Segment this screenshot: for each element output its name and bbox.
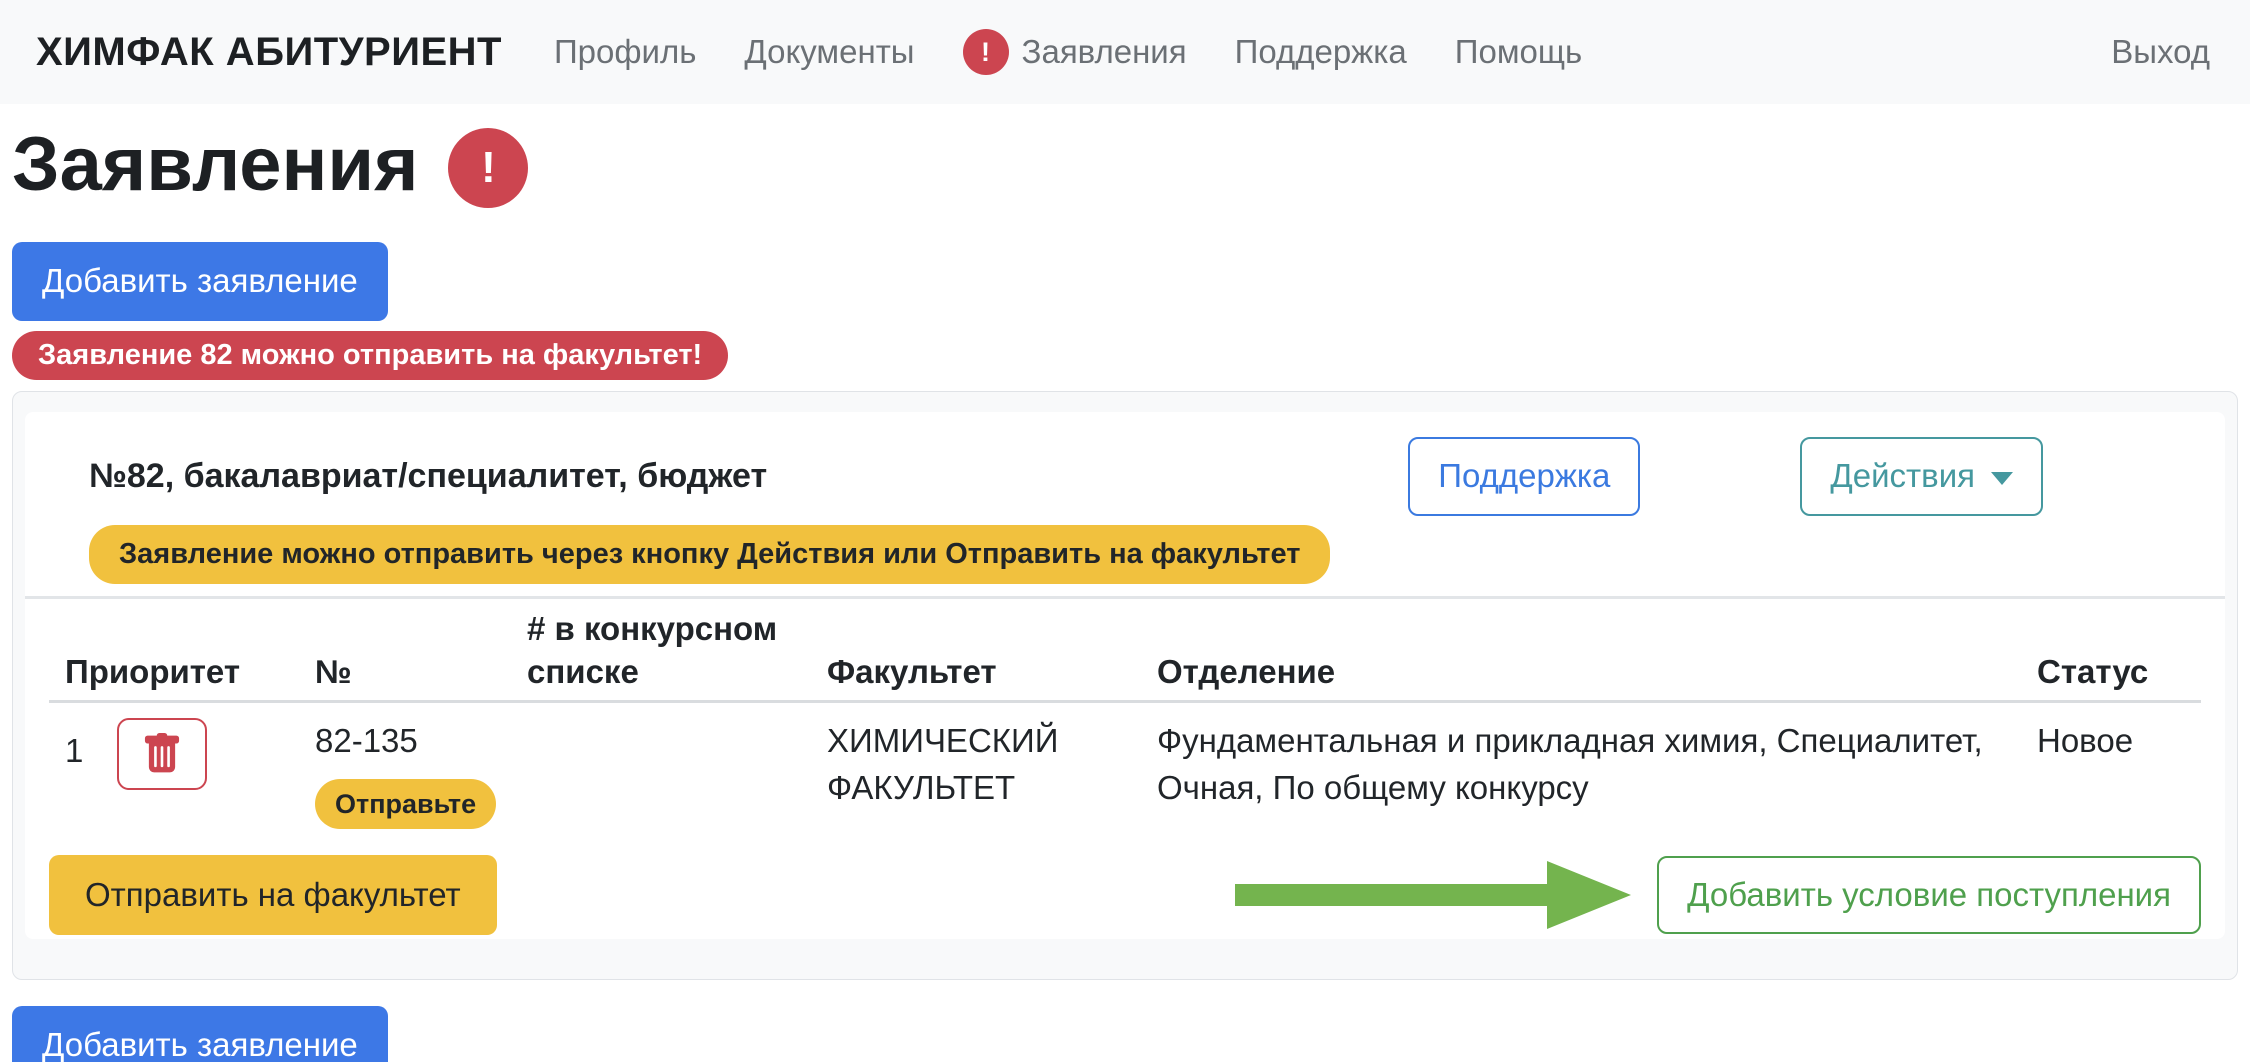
- actions-dropdown-label: Действия: [1830, 457, 1975, 495]
- add-application-button-top[interactable]: Добавить заявление: [12, 242, 388, 321]
- application-card: №82, бакалавриат/специалитет, бюджет Под…: [12, 390, 2238, 981]
- alert-pill-row: Заявление 82 можно отправить на факульте…: [12, 321, 2238, 380]
- header-number: №: [299, 598, 511, 703]
- support-button[interactable]: Поддержка: [1408, 437, 1641, 516]
- nav-item-profile[interactable]: Профиль: [554, 33, 696, 71]
- table-row: 1 82-135 Отправьте ХИМИЧЕСКИЙ ФАКУЛЬТЕТ …: [49, 701, 2201, 839]
- navbar: ХИМФАК АБИТУРИЕНТ Профиль Документы ! За…: [0, 0, 2250, 104]
- page-alert-icon: !: [448, 128, 529, 208]
- alert-icon: !: [962, 29, 1009, 75]
- page-alert-icon-glyph: !: [481, 143, 496, 192]
- page-title: Заявления: [12, 122, 419, 208]
- application-panel: №82, бакалавриат/специалитет, бюджет Под…: [25, 411, 2225, 940]
- page-content: Заявления ! Добавить заявление Заявление…: [0, 122, 2250, 1062]
- notice-row: Заявление можно отправить через кнопку Д…: [25, 524, 2225, 584]
- card-header: №82, бакалавриат/специалитет, бюджет Под…: [25, 437, 2225, 517]
- table-header-row: Приоритет № # в конкурсном списке Факуль…: [49, 598, 2201, 703]
- actions-dropdown-button[interactable]: Действия: [1800, 437, 2043, 516]
- nav-item-help-label: Помощь: [1454, 33, 1583, 70]
- nav-item-support[interactable]: Поддержка: [1235, 33, 1407, 71]
- send-row-badge: Отправьте: [315, 778, 497, 829]
- alert-icon-glyph: !: [981, 36, 991, 67]
- header-priority: Приоритет: [49, 598, 299, 703]
- nav-item-documents[interactable]: Документы: [744, 33, 914, 71]
- header-status: Статус: [2021, 598, 2201, 703]
- nav-item-applications-label: Заявления: [1021, 33, 1187, 70]
- alert-pill: Заявление 82 можно отправить на факульте…: [12, 330, 729, 380]
- application-number: 82-135: [315, 721, 418, 759]
- arrow-right-icon: [1235, 861, 1632, 930]
- contest-rank-value: [511, 701, 811, 839]
- priority-cell: 1: [65, 717, 283, 790]
- nav-item-support-label: Поддержка: [1234, 33, 1407, 70]
- department-value: Фундаментальная и прикладная химия, Спец…: [1157, 721, 1983, 806]
- send-to-faculty-button[interactable]: Отправить на факультет: [49, 854, 497, 936]
- title-row: Заявления !: [12, 122, 2238, 208]
- faculty-value: ХИМИЧЕСКИЙ ФАКУЛЬТЕТ: [827, 721, 1059, 806]
- add-admission-condition-button[interactable]: Добавить условие поступления: [1657, 855, 2201, 935]
- brand[interactable]: ХИМФАК АБИТУРИЕНТ: [36, 30, 502, 75]
- header-faculty: Факультет: [811, 598, 1141, 703]
- priority-value: 1: [65, 731, 84, 769]
- card-footer-actions: Отправить на факультет Добавить условие …: [25, 854, 2225, 936]
- nav-item-help[interactable]: Помощь: [1455, 33, 1582, 71]
- delete-row-button[interactable]: [117, 717, 208, 790]
- trash-icon: [145, 732, 180, 773]
- applications-table: Приоритет № # в конкурсном списке Факуль…: [49, 598, 2201, 839]
- nav-item-profile-label: Профиль: [553, 33, 697, 70]
- nav-item-applications[interactable]: ! Заявления: [962, 29, 1187, 75]
- card-header-actions: Поддержка Действия: [1408, 437, 2043, 516]
- footer-right-group: Добавить условие поступления: [1235, 855, 2201, 935]
- logout-link[interactable]: Выход: [2111, 33, 2210, 71]
- status-value: Новое: [2037, 721, 2134, 759]
- header-contest-rank: # в конкурсном списке: [511, 598, 811, 703]
- chevron-down-icon: [1991, 472, 2013, 486]
- card-title: №82, бакалавриат/специалитет, бюджет: [89, 457, 768, 496]
- nav-item-documents-label: Документы: [744, 33, 915, 70]
- nav-links: Профиль Документы ! Заявления Поддержка …: [554, 29, 1582, 75]
- add-application-button-bottom[interactable]: Добавить заявление: [12, 1006, 388, 1062]
- header-department: Отделение: [1141, 598, 2021, 703]
- send-notice-badge: Заявление можно отправить через кнопку Д…: [89, 524, 1331, 584]
